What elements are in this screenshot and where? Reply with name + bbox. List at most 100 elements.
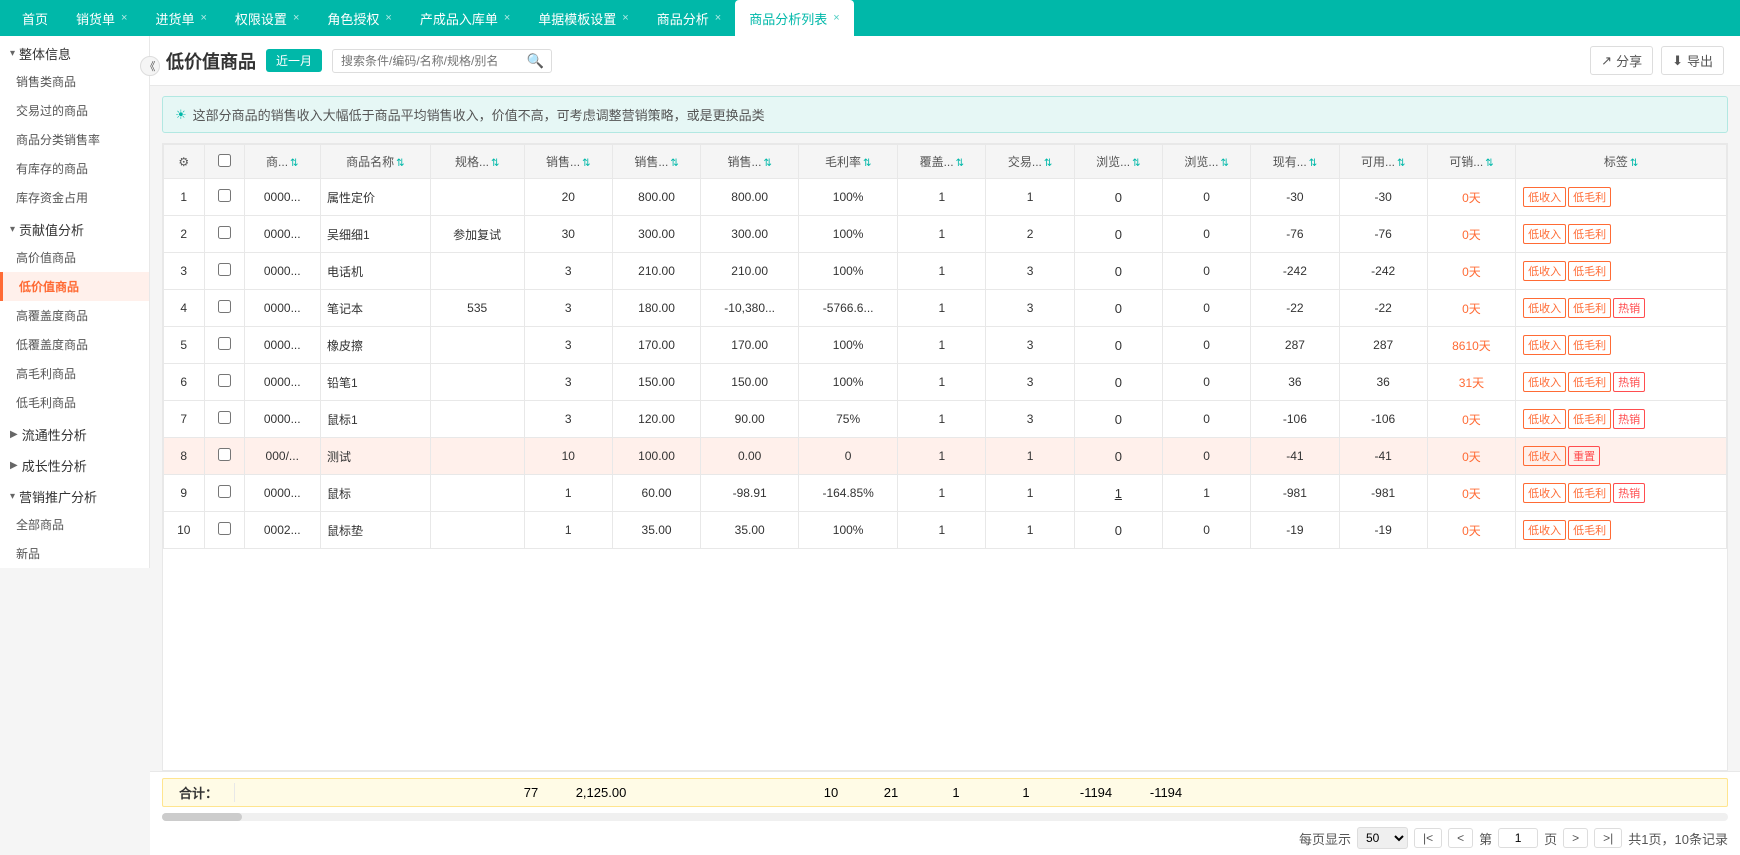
- nav-template-setting[interactable]: 单据模板设置 ×: [524, 0, 642, 36]
- row-stock2: -19: [1339, 512, 1427, 549]
- row-select-checkbox[interactable]: [218, 263, 231, 276]
- product-tag: 低毛利: [1568, 335, 1611, 355]
- nav-product-analysis[interactable]: 商品分析 ×: [643, 0, 735, 36]
- col-settings[interactable]: ⚙: [164, 145, 205, 179]
- row-checkbox[interactable]: [204, 438, 244, 475]
- sidebar-item-sales-products[interactable]: 销售类商品: [0, 67, 149, 96]
- row-trade: 3: [986, 327, 1074, 364]
- sidebar-item-all-products[interactable]: 全部商品: [0, 510, 149, 539]
- row-qty: 1: [524, 512, 612, 549]
- first-page-button[interactable]: |<: [1414, 828, 1442, 848]
- row-select-checkbox[interactable]: [218, 300, 231, 313]
- sidebar-group-contribution[interactable]: ▾ 贡献值分析: [0, 212, 149, 243]
- last-page-button[interactable]: >|: [1594, 828, 1622, 848]
- sidebar-collapse-button[interactable]: 《: [140, 56, 160, 76]
- row-select-checkbox[interactable]: [218, 411, 231, 424]
- sidebar-item-category-sales-rate[interactable]: 商品分类销售率: [0, 125, 149, 154]
- col-tags: 标签⇅: [1516, 145, 1727, 179]
- close-icon[interactable]: ×: [200, 12, 206, 24]
- row-spec: [430, 179, 524, 216]
- nav-purchase-order[interactable]: 进货单 ×: [141, 0, 220, 36]
- row-select-checkbox[interactable]: [218, 226, 231, 239]
- col-sales-amount2: 销售...⇅: [701, 145, 799, 179]
- row-stock2: 36: [1339, 364, 1427, 401]
- nav-role-auth[interactable]: 角色授权 ×: [313, 0, 405, 36]
- nav-product-analysis-list[interactable]: 商品分析列表 ×: [735, 0, 853, 36]
- sidebar-item-new-products[interactable]: 新品: [0, 539, 149, 568]
- sidebar-item-traded-products[interactable]: 交易过的商品: [0, 96, 149, 125]
- row-sales1: 100.00: [612, 438, 700, 475]
- horizontal-scrollbar[interactable]: [162, 813, 1728, 821]
- row-days: 8610天: [1427, 327, 1515, 364]
- row-select-checkbox[interactable]: [218, 337, 231, 350]
- search-icon[interactable]: 🔍: [527, 52, 544, 69]
- row-code: 0000...: [244, 179, 320, 216]
- row-checkbox[interactable]: [204, 216, 244, 253]
- search-input[interactable]: [332, 49, 552, 73]
- prev-page-button[interactable]: <: [1448, 828, 1473, 848]
- row-sales2: 90.00: [701, 401, 799, 438]
- row-name: 测试: [320, 438, 430, 475]
- view-count[interactable]: 1: [1115, 486, 1122, 501]
- close-icon[interactable]: ×: [715, 12, 721, 24]
- row-sales1: 35.00: [612, 512, 700, 549]
- close-icon[interactable]: ×: [293, 12, 299, 24]
- close-icon[interactable]: ×: [504, 12, 510, 24]
- row-checkbox[interactable]: [204, 179, 244, 216]
- page-size-select[interactable]: 50 100: [1357, 827, 1408, 849]
- nav-permission[interactable]: 权限设置 ×: [221, 0, 313, 36]
- export-icon: ⬇: [1672, 53, 1683, 69]
- sidebar-item-stock-products[interactable]: 有库存的商品: [0, 154, 149, 183]
- export-button[interactable]: ⬇ 导出: [1661, 46, 1724, 75]
- row-view1: 0: [1074, 290, 1162, 327]
- row-view1: 0: [1074, 179, 1162, 216]
- row-checkbox[interactable]: [204, 401, 244, 438]
- row-checkbox[interactable]: [204, 253, 244, 290]
- row-select-checkbox[interactable]: [218, 522, 231, 535]
- row-select-checkbox[interactable]: [218, 374, 231, 387]
- page-number-input[interactable]: [1498, 828, 1538, 848]
- sidebar-group-marketing[interactable]: ▾ 营销推广分析: [0, 479, 149, 510]
- sidebar-item-high-coverage[interactable]: 高覆盖度商品: [0, 301, 149, 330]
- row-select-checkbox[interactable]: [218, 189, 231, 202]
- nav-home[interactable]: 首页: [8, 0, 62, 36]
- sidebar-item-low-coverage[interactable]: 低覆盖度商品: [0, 330, 149, 359]
- close-icon[interactable]: ×: [622, 12, 628, 24]
- row-stock1: 36: [1251, 364, 1339, 401]
- row-checkbox[interactable]: [204, 512, 244, 549]
- row-trade: 3: [986, 290, 1074, 327]
- sidebar-item-stock-capital[interactable]: 库存资金占用: [0, 183, 149, 212]
- row-select-checkbox[interactable]: [218, 448, 231, 461]
- row-checkbox[interactable]: [204, 475, 244, 512]
- row-checkbox[interactable]: [204, 364, 244, 401]
- summary-sales1: 2,125.00: [561, 785, 641, 800]
- view-count: 0: [1115, 375, 1122, 390]
- row-checkbox[interactable]: [204, 327, 244, 364]
- sidebar-group-circulation[interactable]: ▶ 流通性分析: [0, 417, 149, 448]
- summary-stock2: -1194: [1131, 785, 1201, 800]
- row-qty: 3: [524, 364, 612, 401]
- nav-product-storage[interactable]: 产成品入库单 ×: [406, 0, 524, 36]
- sidebar-item-low-value[interactable]: 低价值商品: [0, 272, 149, 301]
- data-table-wrapper[interactable]: ⚙ 商...⇅ 商品名称⇅ 规格...⇅ 销售...⇅ 销售...⇅ 销售...…: [162, 143, 1728, 771]
- row-select-checkbox[interactable]: [218, 485, 231, 498]
- row-spec: [430, 475, 524, 512]
- share-button[interactable]: ↗ 分享: [1590, 46, 1653, 75]
- nav-sales-order[interactable]: 销货单 ×: [62, 0, 141, 36]
- select-all-checkbox[interactable]: [218, 154, 231, 167]
- sidebar-item-low-margin[interactable]: 低毛利商品: [0, 388, 149, 417]
- next-page-button[interactable]: >: [1563, 828, 1588, 848]
- date-filter-button[interactable]: 近一月: [266, 49, 322, 72]
- row-days: 0天: [1427, 179, 1515, 216]
- close-icon[interactable]: ×: [833, 12, 839, 24]
- row-checkbox[interactable]: [204, 290, 244, 327]
- summary-trade: 21: [861, 785, 921, 800]
- sidebar-item-high-margin[interactable]: 高毛利商品: [0, 359, 149, 388]
- sidebar-item-high-value[interactable]: 高价值商品: [0, 243, 149, 272]
- col-checkbox[interactable]: [204, 145, 244, 179]
- close-icon[interactable]: ×: [385, 12, 391, 24]
- close-icon[interactable]: ×: [121, 12, 127, 24]
- sidebar-group-growth[interactable]: ▶ 成长性分析: [0, 448, 149, 479]
- sidebar-group-overall[interactable]: ▾ 整体信息: [0, 36, 149, 67]
- row-tags: 低收入低毛利热销: [1516, 401, 1727, 438]
